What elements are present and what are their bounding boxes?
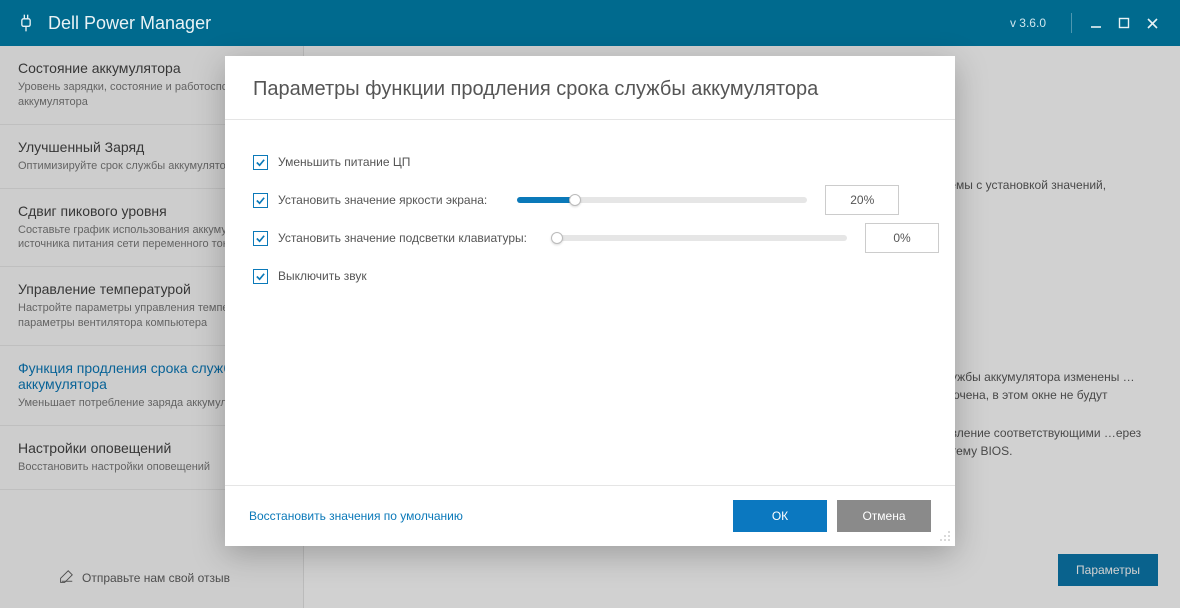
checkbox-kbd-backlight[interactable] (253, 231, 268, 246)
brightness-value[interactable]: 20% (825, 185, 899, 215)
settings-modal: Параметры функции продления срока службы… (225, 56, 955, 546)
option-reduce-cpu: Уменьшить питание ЦП (253, 144, 927, 180)
option-label: Выключить звук (278, 269, 367, 283)
kbd-backlight-slider[interactable] (557, 235, 847, 241)
minimize-button[interactable] (1082, 9, 1110, 37)
maximize-button[interactable] (1110, 9, 1138, 37)
resize-grip-icon[interactable] (937, 528, 951, 542)
kbd-backlight-value[interactable]: 0% (865, 223, 939, 253)
checkbox-brightness[interactable] (253, 193, 268, 208)
option-brightness: Установить значение яркости экрана: 20% (253, 182, 927, 218)
option-mute-audio: Выключить звук (253, 258, 927, 294)
ok-button[interactable]: ОК (733, 500, 827, 532)
modal-title: Параметры функции продления срока службы… (225, 56, 955, 119)
close-button[interactable] (1138, 9, 1166, 37)
checkbox-mute-audio[interactable] (253, 269, 268, 284)
title-bar: Dell Power Manager v 3.6.0 (0, 0, 1180, 46)
separator (1071, 13, 1072, 33)
option-kbd-backlight: Установить значение подсветки клавиатуры… (253, 220, 927, 256)
option-label: Установить значение подсветки клавиатуры… (278, 231, 527, 245)
app-version: v 3.6.0 (1010, 16, 1046, 30)
brightness-slider[interactable] (517, 197, 807, 203)
app-title: Dell Power Manager (48, 13, 211, 34)
app-icon (14, 11, 38, 35)
modal-overlay: Параметры функции продления срока службы… (0, 46, 1180, 608)
cancel-button[interactable]: Отмена (837, 500, 931, 532)
checkbox-reduce-cpu[interactable] (253, 155, 268, 170)
option-label: Уменьшить питание ЦП (278, 155, 410, 169)
restore-defaults-link[interactable]: Восстановить значения по умолчанию (249, 509, 463, 523)
option-label: Установить значение яркости экрана: (278, 193, 487, 207)
